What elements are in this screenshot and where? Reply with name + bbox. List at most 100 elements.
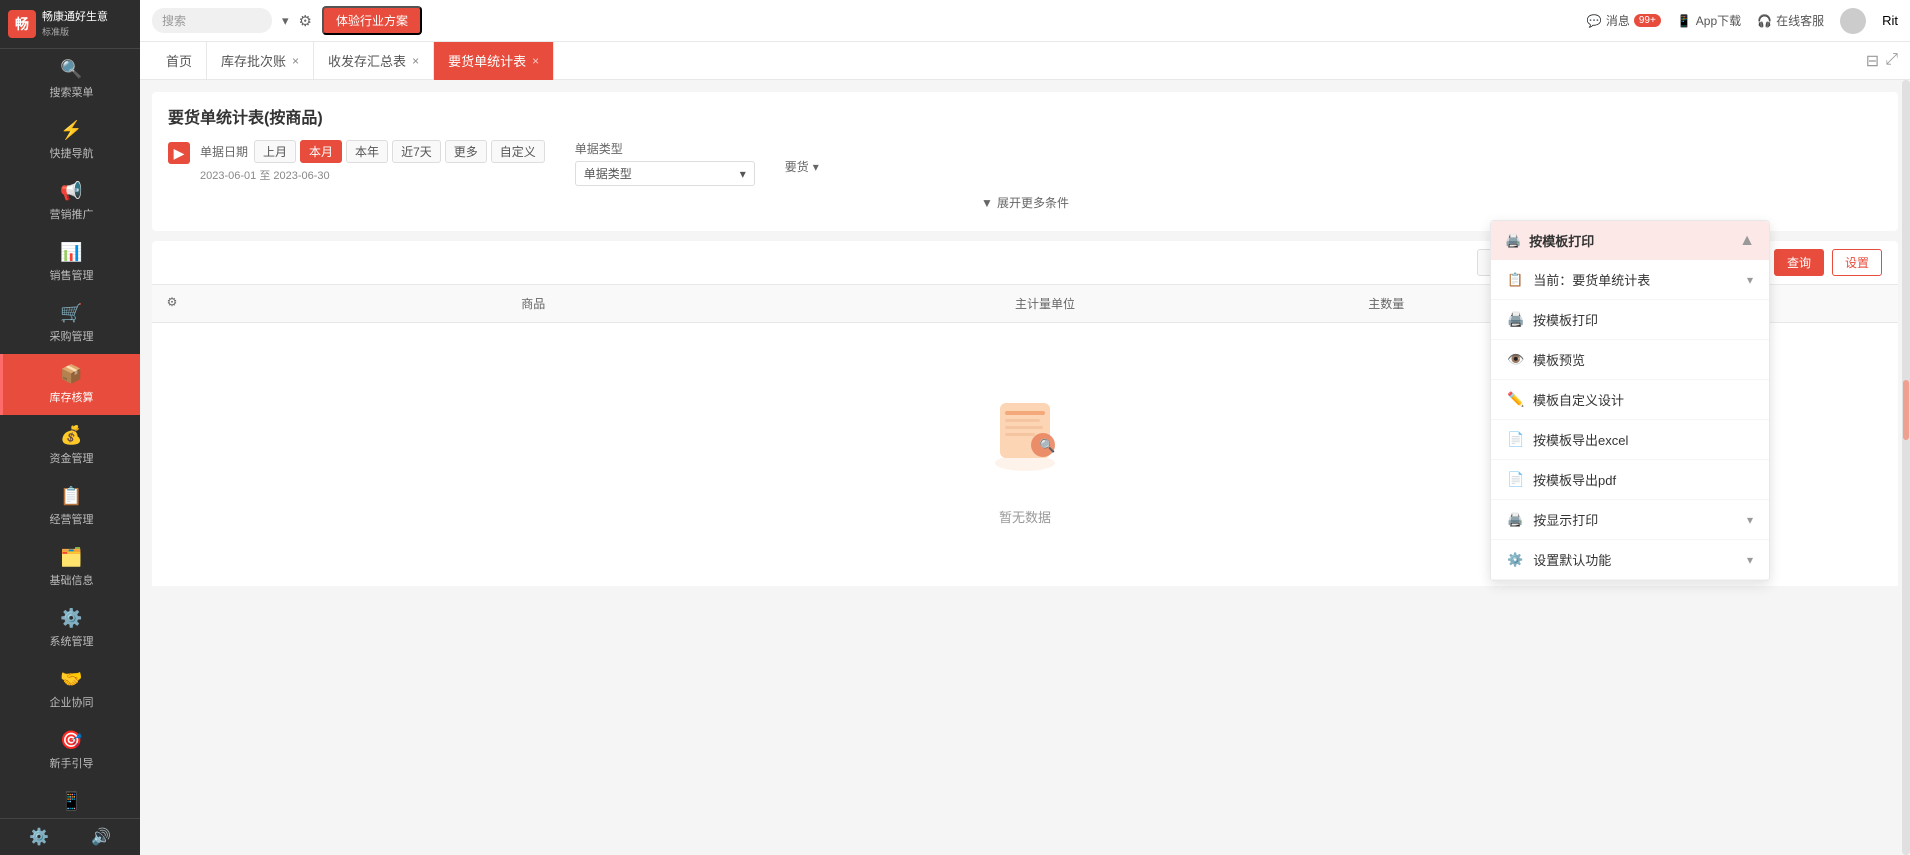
tab-batch[interactable]: 库存批次账 × <box>207 42 314 80</box>
template-pdf-item[interactable]: 📄 按模板导出pdf <box>1491 460 1769 500</box>
tab-summary-close[interactable]: × <box>412 54 419 68</box>
sales-icon: 📊 <box>60 242 82 263</box>
right-scrollbar <box>1902 80 1910 855</box>
audio-bottom-icon[interactable]: 🔊 <box>91 827 111 847</box>
current-template-label: 当前：要货单统计表 <box>1533 270 1650 289</box>
tab-order-stats-label: 要货单统计表 <box>448 51 526 70</box>
headphone-icon: 🎧 <box>1757 14 1772 28</box>
template-design-icon: ✏️ <box>1507 391 1523 408</box>
page-header: 要货单统计表(按商品) ▶ 单据日期 上月 本月 本年 近7天 更多 自定义 <box>152 92 1898 231</box>
display-print-item[interactable]: 🖨️ 按显示打印 ▾ <box>1491 500 1769 540</box>
system-icon: ⚙️ <box>60 608 82 629</box>
date-btn-more[interactable]: 更多 <box>445 140 487 163</box>
current-template-item[interactable]: 📋 当前：要货单统计表 ▾ <box>1491 260 1769 300</box>
tab-summary-label: 收发存汇总表 <box>328 51 406 70</box>
expand-icon: ▼ <box>981 196 993 210</box>
template-print-item[interactable]: 🖨️ 按模板打印 <box>1491 300 1769 340</box>
sidebar-item-sales[interactable]: 📊 销售管理 <box>0 232 140 293</box>
query-button[interactable]: 查询 <box>1774 249 1824 276</box>
trial-button[interactable]: 体验行业方案 <box>322 6 422 35</box>
topbar-gear-icon[interactable]: ⚙ <box>299 12 312 30</box>
template-excel-item[interactable]: 📄 按模板导出excel <box>1491 420 1769 460</box>
settings-button[interactable]: 设置 <box>1832 249 1882 276</box>
yaohu-type: 要货 ▾ <box>785 158 819 175</box>
tab-order-stats[interactable]: 要货单统计表 × <box>434 42 554 80</box>
sidebar-item-search-label: 搜索菜单 <box>50 84 94 100</box>
sidebar-item-search[interactable]: 🔍 搜索菜单 <box>0 49 140 110</box>
date-btn-7days[interactable]: 近7天 <box>392 140 441 163</box>
sidebar-item-purchase[interactable]: 🛒 采购管理 <box>0 293 140 354</box>
sidebar-item-operation-label: 经营管理 <box>50 511 94 527</box>
more-conditions-btn[interactable]: ▼ 展开更多条件 <box>168 186 1882 219</box>
order-type-select[interactable]: 单据类型 ▾ <box>575 161 755 186</box>
topbar-dropdown-icon[interactable]: ▾ <box>282 13 289 29</box>
print-dropdown-title: 按模板打印 <box>1529 231 1594 250</box>
sidebar-item-guide[interactable]: 🎯 新手引导 <box>0 720 140 781</box>
app-download-icon: 📱 <box>1677 14 1692 28</box>
logo-icon: 畅 <box>8 10 36 38</box>
sidebar-item-finance-label: 资金管理 <box>50 450 94 466</box>
sidebar-item-basic[interactable]: 🗂️ 基础信息 <box>0 537 140 598</box>
date-btn-current-year[interactable]: 本年 <box>346 140 388 163</box>
date-btn-prev-month[interactable]: 上月 <box>254 140 296 163</box>
sidebar-item-inventory[interactable]: 📦 库存核算 <box>0 354 140 415</box>
message-icon: 💬 <box>1587 14 1602 28</box>
scrollbar-thumb[interactable] <box>1903 380 1909 440</box>
tab-home-label: 首页 <box>166 51 192 70</box>
messages-item[interactable]: 💬 消息 99+ <box>1587 12 1661 29</box>
current-template-icon: 📋 <box>1507 272 1523 288</box>
operation-icon: 📋 <box>60 486 82 507</box>
tab-minimize-icon[interactable]: ⊟ <box>1866 51 1879 71</box>
tab-home[interactable]: 首页 <box>152 42 207 80</box>
template-excel-label: 按模板导出excel <box>1533 430 1628 449</box>
sidebar-item-enterprise[interactable]: 🤝 企业协同 <box>0 659 140 720</box>
sidebar-item-system-label: 系统管理 <box>50 633 94 649</box>
th-gear[interactable]: ⚙ <box>152 295 192 312</box>
default-func-arrow-icon: ▾ <box>1747 553 1753 567</box>
tab-order-stats-close[interactable]: × <box>532 54 539 68</box>
order-type-dropdown-icon: ▾ <box>740 167 746 181</box>
sidebar-item-basic-label: 基础信息 <box>50 572 94 588</box>
sidebar-item-marketing-label: 营销推广 <box>50 206 94 222</box>
yaohu-label: 要货 <box>785 158 809 175</box>
messages-badge: 99+ <box>1634 14 1661 27</box>
display-print-arrow-icon: ▾ <box>1747 513 1753 527</box>
template-print-label: 按模板打印 <box>1533 310 1598 329</box>
topbar-search[interactable]: 搜索 <box>152 8 272 33</box>
tab-expand-icon[interactable]: ⤢ <box>1885 51 1898 71</box>
sidebar-item-app[interactable]: 📱 应用中心 <box>0 781 140 818</box>
tab-summary[interactable]: 收发存汇总表 × <box>314 42 434 80</box>
th-product: 商品 <box>192 295 874 312</box>
default-func-item[interactable]: ⚙️ 设置默认功能 ▾ <box>1491 540 1769 580</box>
print-dropdown-header: 🖨️ 按模板打印 ▲ <box>1491 221 1769 260</box>
sidebar-item-shortcut-label: 快捷导航 <box>50 145 94 161</box>
print-dropdown-close-icon[interactable]: ▲ <box>1739 232 1755 250</box>
sidebar-item-inventory-label: 库存核算 <box>50 389 94 405</box>
template-design-item[interactable]: ✏️ 模板自定义设计 <box>1491 380 1769 420</box>
sidebar-item-marketing[interactable]: 📢 营销推广 <box>0 171 140 232</box>
sidebar-item-operation[interactable]: 📋 经营管理 <box>0 476 140 537</box>
date-btn-custom[interactable]: 自定义 <box>491 140 545 163</box>
default-func-label: 设置默认功能 <box>1533 550 1611 569</box>
date-btn-current-month[interactable]: 本月 <box>300 140 342 163</box>
date-filter-label: 单据日期 <box>200 143 248 160</box>
app-center-icon: 📱 <box>60 791 82 812</box>
template-preview-item[interactable]: 👁️ 模板预览 <box>1491 340 1769 380</box>
date-range-display: 2023-06-01 至 2023-06-30 <box>200 167 545 183</box>
template-pdf-icon: 📄 <box>1507 471 1523 488</box>
settings-bottom-icon[interactable]: ⚙️ <box>29 827 49 847</box>
filter-expand-button[interactable]: ▶ <box>168 142 190 164</box>
user-avatar[interactable] <box>1840 8 1866 34</box>
topbar-right: 💬 消息 99+ 📱 App下载 🎧 在线客服 Rit <box>1587 8 1898 34</box>
tab-batch-close[interactable]: × <box>292 54 299 68</box>
yaohu-dropdown-icon: ▾ <box>813 160 819 174</box>
app-download-item[interactable]: 📱 App下载 <box>1677 12 1741 29</box>
enterprise-icon: 🤝 <box>60 669 82 690</box>
sidebar-item-shortcut[interactable]: ⚡ 快捷导航 <box>0 110 140 171</box>
sidebar-item-purchase-label: 采购管理 <box>50 328 94 344</box>
online-service-item[interactable]: 🎧 在线客服 <box>1757 12 1824 29</box>
sidebar-item-finance[interactable]: 💰 资金管理 <box>0 415 140 476</box>
sidebar-item-system[interactable]: ⚙️ 系统管理 <box>0 598 140 659</box>
empty-svg: 🔍 <box>975 383 1075 483</box>
messages-label: 消息 <box>1606 12 1630 29</box>
